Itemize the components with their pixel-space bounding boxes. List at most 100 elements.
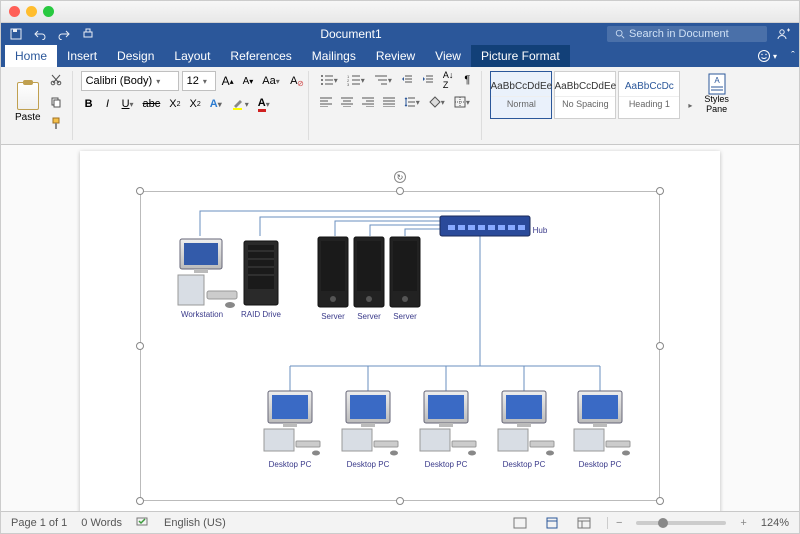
align-center-button[interactable] (338, 93, 356, 111)
web-layout-button[interactable] (575, 516, 593, 530)
svg-text:Server: Server (393, 312, 417, 321)
rotation-handle[interactable]: ↻ (394, 171, 406, 183)
hub-device: Hub (440, 216, 548, 236)
styles-pane-button[interactable]: A Styles Pane (700, 71, 733, 117)
server-device-3: Server (390, 237, 420, 321)
desktop-pc-5: Desktop PC (574, 391, 630, 469)
zoom-level[interactable]: 124% (761, 517, 789, 529)
page: ↻ (80, 151, 720, 511)
increase-indent-button[interactable] (419, 71, 437, 89)
tab-review[interactable]: Review (366, 45, 425, 67)
group-paragraph: ▾ 123▾ ▾ A↓Z ¶ ▾ ▾ ▾ (311, 71, 483, 140)
zoom-window-icon[interactable] (43, 6, 54, 17)
clipboard-icon (17, 82, 39, 110)
superscript-button[interactable]: X2 (187, 95, 204, 113)
styles-gallery-more[interactable]: ▸ (682, 97, 698, 115)
font-size-combo[interactable]: 12▾ (182, 71, 216, 91)
desktop-pc-4: Desktop PC (498, 391, 554, 469)
highlight-button[interactable]: ▾ (228, 95, 252, 113)
tab-design[interactable]: Design (107, 45, 164, 67)
zoom-slider[interactable] (636, 521, 726, 525)
cut-button[interactable] (46, 71, 66, 89)
svg-text:Hub: Hub (533, 226, 548, 235)
group-font: Calibri (Body)▾ 12▾ A▴ A▾ Aa▾ A⊘ B I U▾ … (75, 71, 309, 140)
search-icon (615, 29, 625, 39)
borders-button[interactable]: ▾ (451, 93, 473, 111)
style-heading-1[interactable]: AaBbCcDc Heading 1 (618, 71, 680, 119)
decrease-indent-button[interactable] (398, 71, 416, 89)
selected-picture[interactable]: ↻ (140, 191, 660, 501)
bold-button[interactable]: B (81, 95, 97, 113)
search-input[interactable]: Search in Document (607, 26, 767, 42)
paste-button[interactable]: Paste (13, 80, 43, 125)
svg-text:Desktop PC: Desktop PC (579, 460, 622, 469)
minimize-window-icon[interactable] (26, 6, 37, 17)
desktop-pc-1: Desktop PC (264, 391, 320, 469)
justify-button[interactable] (380, 93, 398, 111)
italic-button[interactable]: I (100, 95, 116, 113)
status-page[interactable]: Page 1 of 1 (11, 517, 67, 529)
document-area[interactable]: ↻ (1, 145, 799, 511)
align-left-button[interactable] (317, 93, 335, 111)
svg-text:A: A (714, 76, 720, 85)
svg-text:Desktop PC: Desktop PC (425, 460, 468, 469)
status-language[interactable]: English (US) (164, 517, 226, 529)
font-color-button[interactable]: A▾ (255, 95, 273, 113)
svg-text:Desktop PC: Desktop PC (503, 460, 546, 469)
print-icon[interactable] (81, 27, 95, 41)
tab-layout[interactable]: Layout (164, 45, 220, 67)
tab-references[interactable]: References (220, 45, 301, 67)
document-title: Document1 (95, 27, 607, 41)
show-marks-button[interactable]: ¶ (459, 71, 475, 89)
group-clipboard: Paste (7, 71, 73, 140)
grow-font-button[interactable]: A▴ (219, 72, 237, 90)
subscript-button[interactable]: X2 (166, 95, 183, 113)
bullets-button[interactable]: ▾ (317, 71, 341, 89)
server-device-1: Server (318, 237, 348, 321)
save-icon[interactable] (9, 27, 23, 41)
strikethrough-button[interactable]: abc (140, 95, 164, 113)
tab-view[interactable]: View (425, 45, 471, 67)
spellcheck-icon[interactable] (136, 515, 150, 530)
text-effects-button[interactable]: A▾ (207, 95, 225, 113)
align-right-button[interactable] (359, 93, 377, 111)
style-no-spacing[interactable]: AaBbCcDdEe No Spacing (554, 71, 616, 119)
shading-button[interactable]: ▾ (426, 93, 448, 111)
format-painter-button[interactable] (46, 115, 66, 133)
change-case-button[interactable]: Aa▾ (259, 72, 282, 90)
clear-formatting-button[interactable]: A⊘ (286, 72, 302, 90)
numbering-button[interactable]: 123▾ (344, 71, 368, 89)
sort-button[interactable]: A↓Z (440, 71, 457, 89)
ribbon-tabs: Home Insert Design Layout References Mai… (1, 45, 799, 67)
styles-pane-icon: A (708, 73, 726, 95)
status-words[interactable]: 0 Words (81, 517, 122, 529)
mac-titlebar (1, 1, 799, 23)
collapse-ribbon-icon[interactable]: ˆ (787, 45, 799, 67)
shrink-font-button[interactable]: A▾ (240, 72, 257, 90)
desktop-pc-3: Desktop PC (420, 391, 476, 469)
line-spacing-button[interactable]: ▾ (401, 93, 423, 111)
redo-icon[interactable] (57, 27, 71, 41)
multilevel-list-button[interactable]: ▾ (371, 71, 395, 89)
focus-mode-button[interactable] (511, 516, 529, 530)
tab-insert[interactable]: Insert (57, 45, 107, 67)
ribbon: Paste Calibri (Body)▾ 12▾ A▴ A▾ Aa▾ A⊘ B… (1, 67, 799, 145)
print-layout-button[interactable] (543, 516, 561, 530)
undo-icon[interactable] (33, 27, 47, 41)
quick-access-toolbar (9, 27, 95, 41)
zoom-thumb[interactable] (658, 518, 668, 528)
copy-button[interactable] (46, 93, 66, 111)
style-normal[interactable]: AaBbCcDdEe Normal (490, 71, 552, 119)
tab-home[interactable]: Home (5, 45, 57, 67)
underline-button[interactable]: U▾ (119, 95, 137, 113)
svg-text:Desktop PC: Desktop PC (347, 460, 390, 469)
tab-mailings[interactable]: Mailings (302, 45, 366, 67)
close-window-icon[interactable] (9, 6, 20, 17)
share-icon[interactable] (777, 27, 791, 41)
font-name-combo[interactable]: Calibri (Body)▾ (81, 71, 179, 91)
tab-picture-format[interactable]: Picture Format (471, 45, 570, 67)
svg-text:RAID Drive: RAID Drive (241, 310, 282, 319)
desktop-pc-2: Desktop PC (342, 391, 398, 469)
app-titlebar: Document1 Search in Document (1, 23, 799, 45)
feedback-icon[interactable]: ▾ (747, 45, 787, 67)
